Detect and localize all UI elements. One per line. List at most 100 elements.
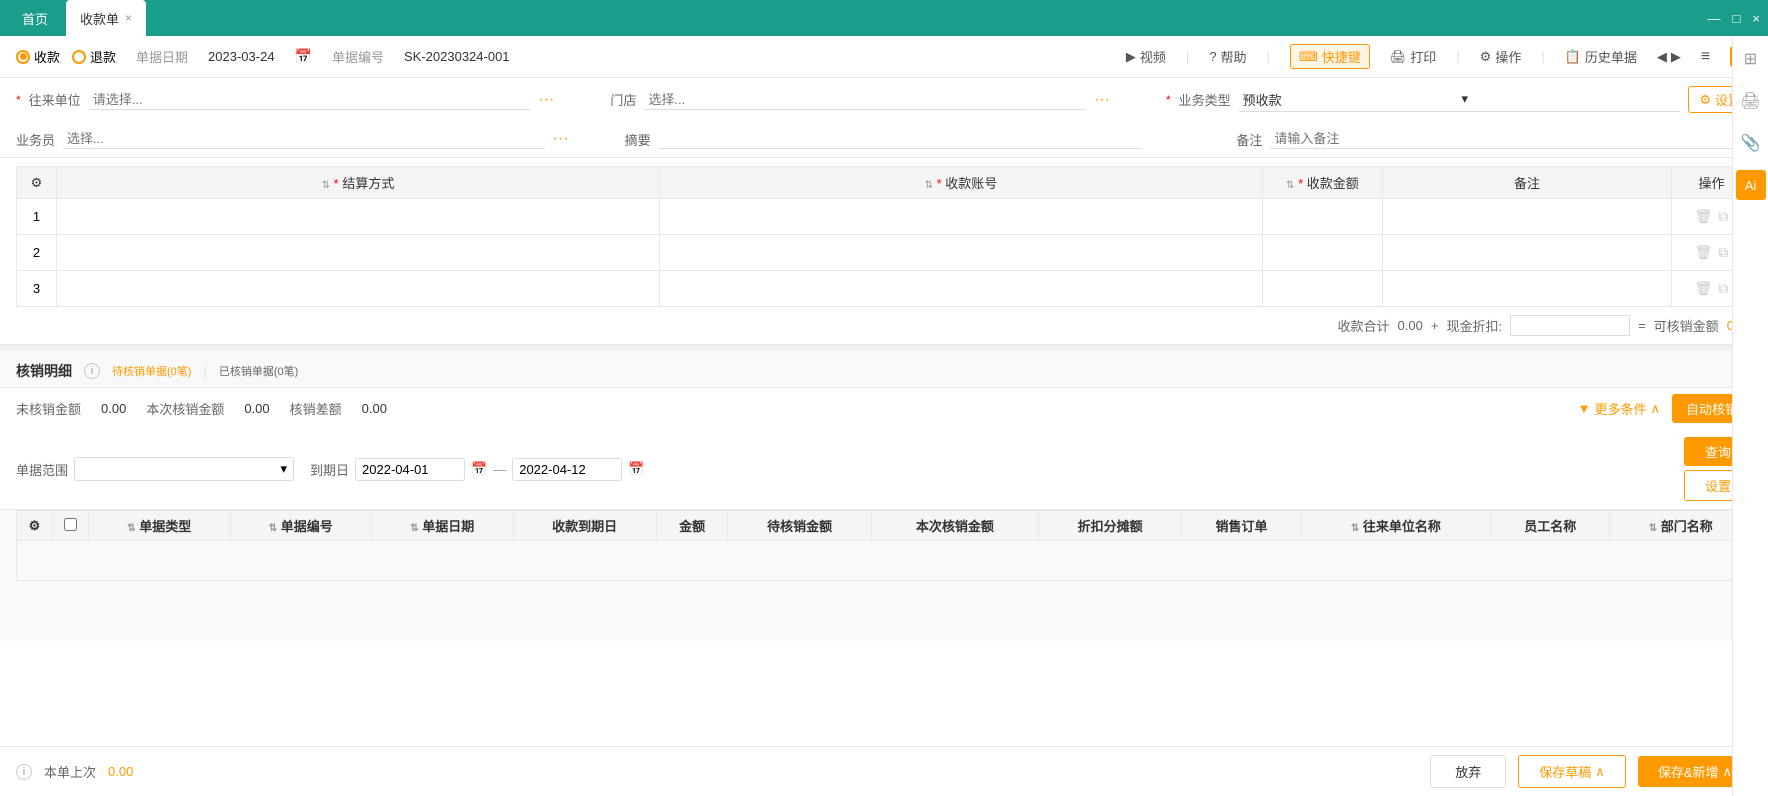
row3-copy-icon[interactable]: ⧉ — [1718, 280, 1728, 297]
range-select[interactable]: ▾ — [74, 457, 294, 481]
nav-right-icon[interactable]: ▶ — [1671, 49, 1681, 65]
discount-input[interactable] — [1510, 315, 1630, 336]
abandon-button[interactable]: 放弃 — [1430, 755, 1506, 788]
sidebar-table-icon[interactable]: ⊞ — [1736, 44, 1766, 74]
search-form: 单据范围 ▾ 到期日 📅 — 📅 查询 设置 — [0, 429, 1768, 510]
toolbar-print[interactable]: 🖨 打印 — [1390, 47, 1437, 66]
radio-shoukuan-label: 收款 — [34, 47, 60, 66]
ai-badge: Ai — [1745, 178, 1757, 193]
tab-home-label: 首页 — [22, 9, 48, 28]
row2-account[interactable] — [659, 235, 1262, 271]
date-to-input[interactable] — [512, 458, 622, 481]
row2-delete-icon[interactable]: 🗑 — [1695, 244, 1713, 261]
diff-value: 0.00 — [362, 401, 387, 416]
row2-settlement[interactable] — [57, 235, 660, 271]
order-info-icon[interactable]: i — [16, 764, 32, 780]
radio-tuikuan[interactable]: 退款 — [72, 47, 116, 66]
bottom-col-settings[interactable]: ⚙ — [17, 511, 53, 541]
calendar-icon[interactable]: 📅 — [295, 48, 312, 65]
col-settings-header[interactable]: ⚙ — [17, 167, 57, 199]
toolbar-video[interactable]: ▶ 视频 — [1126, 47, 1166, 66]
business-type-select[interactable]: 预收款 ▾ — [1239, 88, 1681, 112]
summary-input[interactable] — [659, 129, 1141, 149]
verified-tab[interactable]: 已核销单据(0笔) — [219, 363, 298, 379]
chevron-down-icon: ▾ — [1462, 91, 1677, 107]
note-input[interactable] — [1270, 129, 1752, 149]
table-settings-icon[interactable]: ⚙ — [31, 175, 43, 190]
right-sidebar: ⊞ 🖨 📎 Ai — [1732, 36, 1768, 796]
tab-bar: 首页 收款单 × — □ × — [0, 0, 1768, 36]
row2-amount[interactable] — [1262, 235, 1382, 271]
unverified-label: 未核销金额 — [16, 399, 81, 418]
more-conditions-btn[interactable]: ▼ 更多条件 ∧ — [1578, 399, 1660, 418]
nav-arrows[interactable]: ◀ ▶ — [1657, 49, 1681, 65]
date-value[interactable]: 2023-03-24 — [208, 49, 275, 64]
maximize-icon[interactable]: □ — [1733, 11, 1741, 26]
minimize-icon[interactable]: — — [1708, 11, 1721, 26]
history-icon: 📋 — [1565, 49, 1581, 65]
range-chevron-icon: ▾ — [280, 461, 287, 477]
tab-close-icon[interactable]: × — [125, 11, 132, 25]
note-label: 备注 — [1236, 130, 1262, 149]
sidebar-attach-icon[interactable]: 📎 — [1736, 128, 1766, 158]
row1-amount[interactable] — [1262, 199, 1382, 235]
store-more-icon[interactable]: ··· — [1094, 91, 1110, 109]
tab-home[interactable]: 首页 — [8, 0, 62, 36]
row1-copy-icon[interactable]: ⧉ — [1718, 208, 1728, 225]
row1-account[interactable] — [659, 199, 1262, 235]
select-all-checkbox[interactable] — [64, 518, 77, 531]
row3-account[interactable] — [659, 271, 1262, 307]
toolbar-operation[interactable]: ⚙ 操作 — [1480, 47, 1522, 66]
staff-more-icon[interactable]: ··· — [553, 130, 569, 148]
staff-input[interactable] — [63, 129, 545, 149]
pending-tab[interactable]: 待核销单据(0笔) — [112, 363, 191, 379]
sidebar-ai-icon[interactable]: Ai — [1736, 170, 1766, 200]
stats-group: 未核销金额 0.00 本次核销金额 0.00 核销差额 0.00 — [16, 399, 387, 418]
row3-delete-icon[interactable]: 🗑 — [1695, 280, 1713, 297]
draft-label: 保存草稿 — [1539, 762, 1591, 781]
row3-amount[interactable] — [1262, 271, 1382, 307]
sidebar-print-icon[interactable]: 🖨 — [1736, 86, 1766, 116]
info-icon[interactable]: i — [84, 363, 100, 379]
col-discount-label: 折扣分摊额 — [1078, 519, 1143, 534]
row2-copy-icon[interactable]: ⧉ — [1718, 244, 1728, 261]
row3-note[interactable] — [1382, 271, 1671, 307]
order-label: 本单上次 — [44, 762, 96, 781]
store-input[interactable] — [644, 90, 1086, 110]
row3-settlement[interactable] — [57, 271, 660, 307]
toolbar-help[interactable]: ? 帮助 — [1209, 47, 1246, 66]
row2-note[interactable] — [1382, 235, 1671, 271]
unverified-value: 0.00 — [101, 401, 126, 416]
col-type-label: 单据类型 — [139, 519, 191, 534]
number-value[interactable]: SK-20230324-001 — [404, 49, 510, 64]
calendar-from-icon[interactable]: 📅 — [471, 461, 487, 477]
tab-receipt[interactable]: 收款单 × — [66, 0, 146, 36]
nav-left-icon[interactable]: ◀ — [1657, 49, 1667, 65]
col-settlement-label: 结算方式 — [342, 176, 394, 191]
counterpart-more-icon[interactable]: ··· — [538, 91, 554, 109]
row1-settlement[interactable] — [57, 199, 660, 235]
bottom-col-checkbox[interactable] — [53, 511, 89, 541]
close-icon[interactable]: × — [1752, 11, 1760, 26]
row1-note[interactable] — [1382, 199, 1671, 235]
bottom-col-pending: 待核销金额 — [728, 511, 871, 541]
radio-dot-tuikuan — [72, 50, 86, 64]
bottom-table-section: ⚙ ⇅ 单据类型 ⇅ 单据编号 ⇅ 单据日期 — [0, 510, 1768, 641]
bottom-col-amount: 金额 — [656, 511, 728, 541]
more-conditions-label: 更多条件 — [1594, 399, 1646, 418]
toolbar-history[interactable]: 📋 历史单据 — [1565, 47, 1637, 66]
radio-group: 收款 退款 — [16, 47, 116, 66]
toolbar-shortcut[interactable]: ⌨ 快捷键 — [1290, 44, 1370, 69]
help-icon: ? — [1209, 49, 1216, 64]
row1-delete-icon[interactable]: 🗑 — [1695, 208, 1713, 225]
layout-icon[interactable]: ≡ — [1701, 48, 1710, 66]
date-from-input[interactable] — [355, 458, 465, 481]
print-label: 打印 — [1410, 47, 1436, 66]
counterpart-input[interactable] — [89, 90, 531, 110]
table-row: 2 🗑 ⧉ — [17, 235, 1752, 271]
verified-label: 已核销单据(0笔) — [219, 366, 298, 378]
calendar-to-icon[interactable]: 📅 — [628, 461, 644, 477]
col-amount-header: ⇅ * 收款金额 — [1262, 167, 1382, 199]
radio-shoukuan[interactable]: 收款 — [16, 47, 60, 66]
draft-button[interactable]: 保存草稿 ∧ — [1518, 755, 1626, 788]
